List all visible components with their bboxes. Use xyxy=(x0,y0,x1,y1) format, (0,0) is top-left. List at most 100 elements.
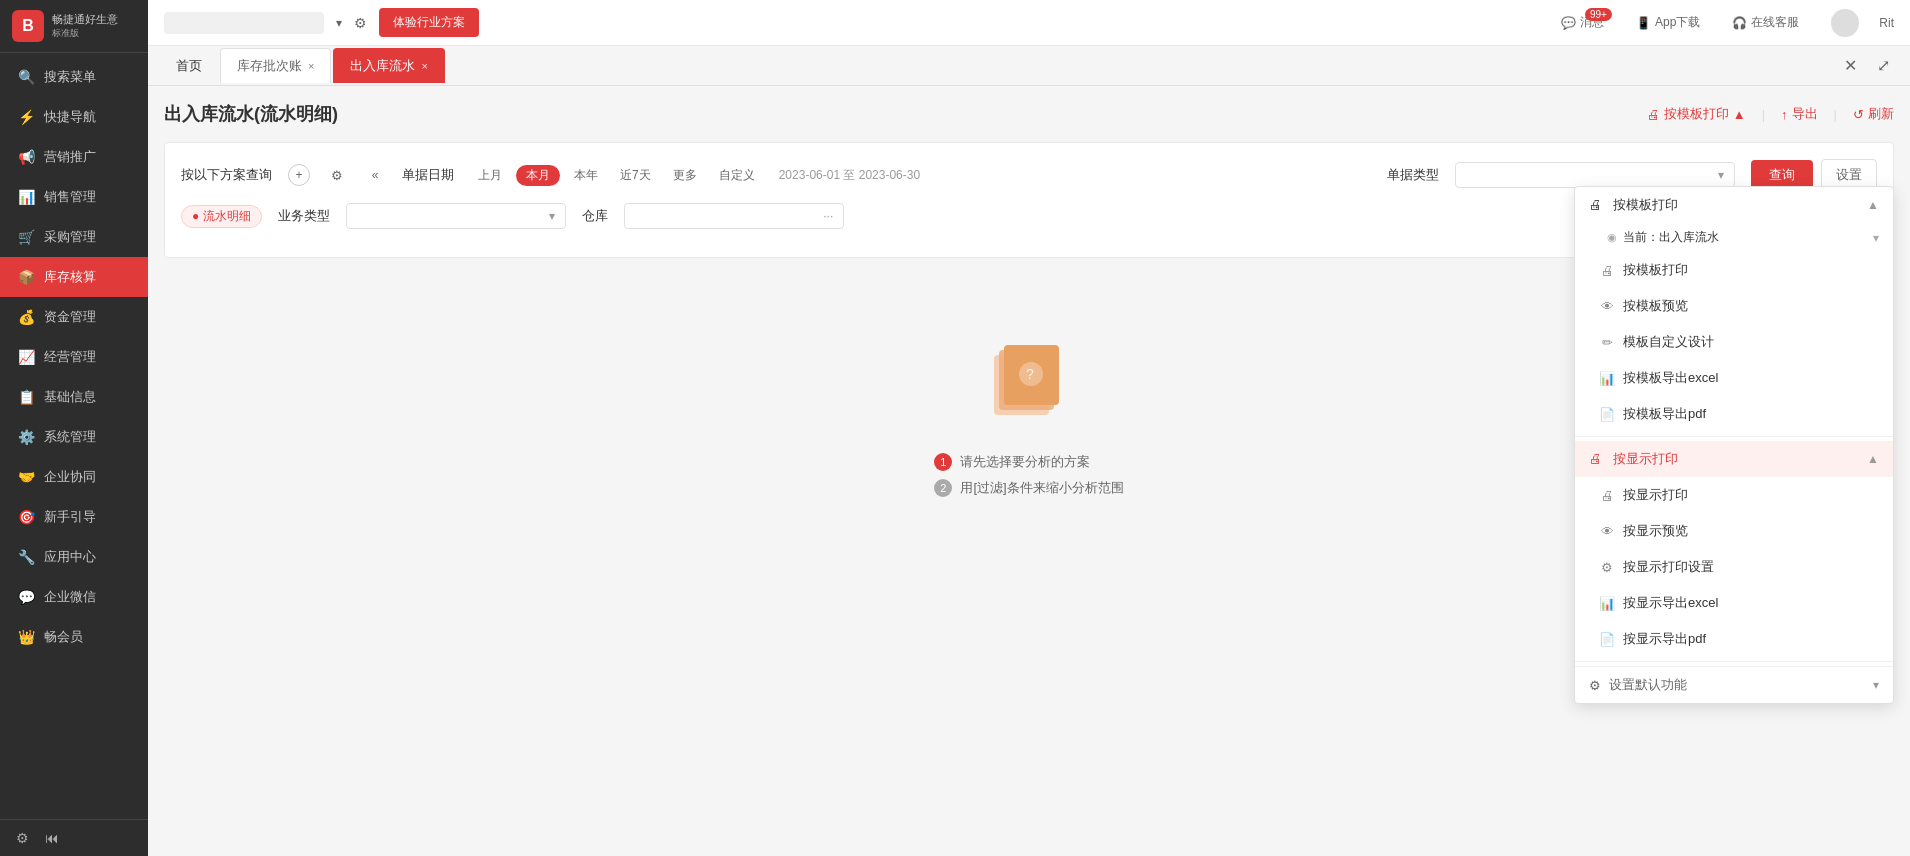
template-pdf-icon: 📄 xyxy=(1599,406,1615,422)
sidebar-item-finance[interactable]: 💰 资金管理 xyxy=(0,297,148,337)
page-header: 出入库流水(流水明细) 🖨 按模板打印 ▲ | ↑ 导出 | ↺ 刷新 xyxy=(164,102,1894,126)
template-section-arrow: ▲ xyxy=(1867,198,1879,212)
sidebar-item-sales-label: 销售管理 xyxy=(44,188,96,206)
topbar: ▾ ⚙ 体验行业方案 💬 消息 99+ 📱 App下载 🎧 在线客服 Rit xyxy=(148,0,1910,46)
date-last-7days-btn[interactable]: 近7天 xyxy=(612,165,659,186)
flow-detail-label: 流水明细 xyxy=(203,208,251,225)
dropdown-item-template-print[interactable]: 🖨 按模板打印 xyxy=(1575,252,1893,288)
app-name-container: 畅捷通好生意 标准版 xyxy=(52,12,118,39)
tab-close-all-btn[interactable]: ✕ xyxy=(1836,52,1865,79)
dropdown-item-display-pdf[interactable]: 📄 按显示导出pdf xyxy=(1575,621,1893,657)
sidebar-item-system[interactable]: ⚙️ 系统管理 xyxy=(0,417,148,457)
sidebar-item-basic[interactable]: 📋 基础信息 xyxy=(0,377,148,417)
message-btn[interactable]: 💬 消息 99+ xyxy=(1561,14,1604,31)
online-service-btn[interactable]: 🎧 在线客服 xyxy=(1732,14,1799,31)
date-custom-btn[interactable]: 自定义 xyxy=(711,165,763,186)
flow-detail-tag[interactable]: ● 流水明细 xyxy=(181,205,262,228)
filter-collapse-btn[interactable]: « xyxy=(364,164,386,186)
tab-inventory-batch[interactable]: 库存批次账 × xyxy=(220,48,331,83)
business-type-select[interactable]: ▾ xyxy=(346,203,566,229)
tab-home[interactable]: 首页 xyxy=(160,49,218,83)
refresh-btn[interactable]: ↺ 刷新 xyxy=(1853,105,1894,123)
sidebar-item-wechat[interactable]: 💬 企业微信 xyxy=(0,577,148,617)
print-template-btn[interactable]: 🖨 按模板打印 ▲ xyxy=(1647,105,1746,123)
trial-button[interactable]: 体验行业方案 xyxy=(379,8,479,37)
basic-icon: 📋 xyxy=(16,387,36,407)
sidebar-item-member[interactable]: 👑 畅会员 xyxy=(0,617,148,657)
filter-settings-btn[interactable]: ⚙ xyxy=(326,164,348,186)
filter-add-btn[interactable]: + xyxy=(288,164,310,186)
warehouse-select[interactable]: ··· xyxy=(624,203,844,229)
dropdown-item-template-pdf[interactable]: 📄 按模板导出pdf xyxy=(1575,396,1893,432)
date-this-year-btn[interactable]: 本年 xyxy=(566,165,606,186)
dropdown-item-display-preview[interactable]: 👁 按显示预览 xyxy=(1575,513,1893,549)
sidebar-item-guide[interactable]: 🎯 新手引导 xyxy=(0,497,148,537)
topbar-dropdown-arrow[interactable]: ▾ xyxy=(336,16,342,30)
sidebar-item-purchase[interactable]: 🛒 采购管理 xyxy=(0,217,148,257)
date-last-month-btn[interactable]: 上月 xyxy=(470,165,510,186)
tab-inventory-batch-close[interactable]: × xyxy=(308,60,314,72)
sidebar-item-enterprise[interactable]: 🤝 企业协同 xyxy=(0,457,148,497)
purchase-icon: 🛒 xyxy=(16,227,36,247)
current-template-icon: ◉ xyxy=(1607,231,1617,244)
display-print-header-label: 按显示打印 xyxy=(1613,450,1867,468)
collapse-icon[interactable]: ⏮ xyxy=(45,830,59,846)
display-print-section-header[interactable]: 🖨 按显示打印 ▲ xyxy=(1575,441,1893,477)
empty-svg: ? xyxy=(979,330,1079,430)
sidebar-item-quick-nav[interactable]: ⚡ 快捷导航 xyxy=(0,97,148,137)
date-this-month-btn[interactable]: 本月 xyxy=(516,165,560,186)
dropdown-item-display-print[interactable]: 🖨 按显示打印 xyxy=(1575,477,1893,513)
print-icon: 🖨 xyxy=(1647,107,1660,122)
dropdown-item-display-print-settings[interactable]: ⚙ 按显示打印设置 xyxy=(1575,549,1893,585)
sidebar-item-quick-nav-label: 快捷导航 xyxy=(44,108,96,126)
user-avatar[interactable] xyxy=(1831,9,1859,37)
date-more-btn[interactable]: 更多 xyxy=(665,165,705,186)
wechat-icon: 💬 xyxy=(16,587,36,607)
template-print-section-header[interactable]: 🖨 按模板打印 ▲ xyxy=(1575,187,1893,223)
search-input[interactable] xyxy=(164,12,324,34)
dropdown-item-display-excel[interactable]: 📊 按显示导出excel xyxy=(1575,585,1893,621)
voucher-type-select[interactable]: ▾ xyxy=(1455,162,1735,188)
sidebar-item-search-label: 搜索菜单 xyxy=(44,68,96,86)
tab-bar-controls: ✕ ⤢ xyxy=(1836,52,1898,79)
empty-step-1: 1 请先选择要分析的方案 xyxy=(934,453,1123,471)
sidebar-item-inventory[interactable]: 📦 库存核算 xyxy=(0,257,148,297)
app-download-btn[interactable]: 📱 App下载 xyxy=(1636,14,1700,31)
dropdown-divider xyxy=(1575,436,1893,437)
sidebar-logo: B 畅捷通好生意 标准版 xyxy=(0,0,148,53)
print-chevron-icon: ▲ xyxy=(1733,107,1746,122)
template-print-header-label: 按模板打印 xyxy=(1613,196,1867,214)
settings-icon[interactable]: ⚙ xyxy=(16,830,29,846)
sidebar-item-wechat-label: 企业微信 xyxy=(44,588,96,606)
footer-settings-icon: ⚙ xyxy=(1589,678,1601,693)
topbar-right: 💬 消息 99+ 📱 App下载 🎧 在线客服 Rit xyxy=(1561,9,1894,37)
export-icon: ↑ xyxy=(1781,107,1788,122)
tab-inout-flow[interactable]: 出入库流水 × xyxy=(333,48,444,83)
sidebar-item-operation[interactable]: 📈 经营管理 xyxy=(0,337,148,377)
app-download-icon: 📱 xyxy=(1636,16,1651,30)
tab-inout-flow-close[interactable]: × xyxy=(421,60,427,72)
step1-num: 1 xyxy=(934,453,952,471)
app-logo-icon: B xyxy=(12,10,44,42)
topbar-gear-icon[interactable]: ⚙ xyxy=(354,15,367,31)
tabbar: 首页 库存批次账 × 出入库流水 × ✕ ⤢ xyxy=(148,46,1910,86)
sidebar: B 畅捷通好生意 标准版 🔍 搜索菜单 ⚡ 快捷导航 📢 营销推广 📊 销售管理… xyxy=(0,0,148,856)
dropdown-item-template-preview[interactable]: 👁 按模板预览 xyxy=(1575,288,1893,324)
current-template-label: 当前：出入库流水 xyxy=(1623,229,1719,246)
dropdown-footer-default-settings[interactable]: ⚙ 设置默认功能 ▾ xyxy=(1575,666,1893,703)
headset-icon: 🎧 xyxy=(1732,16,1747,30)
sidebar-item-marketing[interactable]: 📢 营销推广 xyxy=(0,137,148,177)
display-print-icon: 🖨 xyxy=(1599,487,1615,503)
username-label: Rit xyxy=(1879,16,1894,30)
warehouse-label: 仓库 xyxy=(582,207,608,225)
sidebar-item-sales[interactable]: 📊 销售管理 xyxy=(0,177,148,217)
quick-nav-icon: ⚡ xyxy=(16,107,36,127)
sidebar-item-app-center[interactable]: 🔧 应用中心 xyxy=(0,537,148,577)
dropdown-item-template-excel[interactable]: 📊 按模板导出excel xyxy=(1575,360,1893,396)
export-btn[interactable]: ↑ 导出 xyxy=(1781,105,1818,123)
tab-expand-btn[interactable]: ⤢ xyxy=(1869,52,1898,79)
current-template-arrow: ▾ xyxy=(1873,231,1879,245)
print-dropdown-panel: 🖨 按模板打印 ▲ ◉ 当前：出入库流水 ▾ 🖨 按模板打印 👁 按模板预览 ✏ xyxy=(1574,186,1894,704)
sidebar-item-search[interactable]: 🔍 搜索菜单 xyxy=(0,57,148,97)
dropdown-item-template-custom[interactable]: ✏ 模板自定义设计 xyxy=(1575,324,1893,360)
